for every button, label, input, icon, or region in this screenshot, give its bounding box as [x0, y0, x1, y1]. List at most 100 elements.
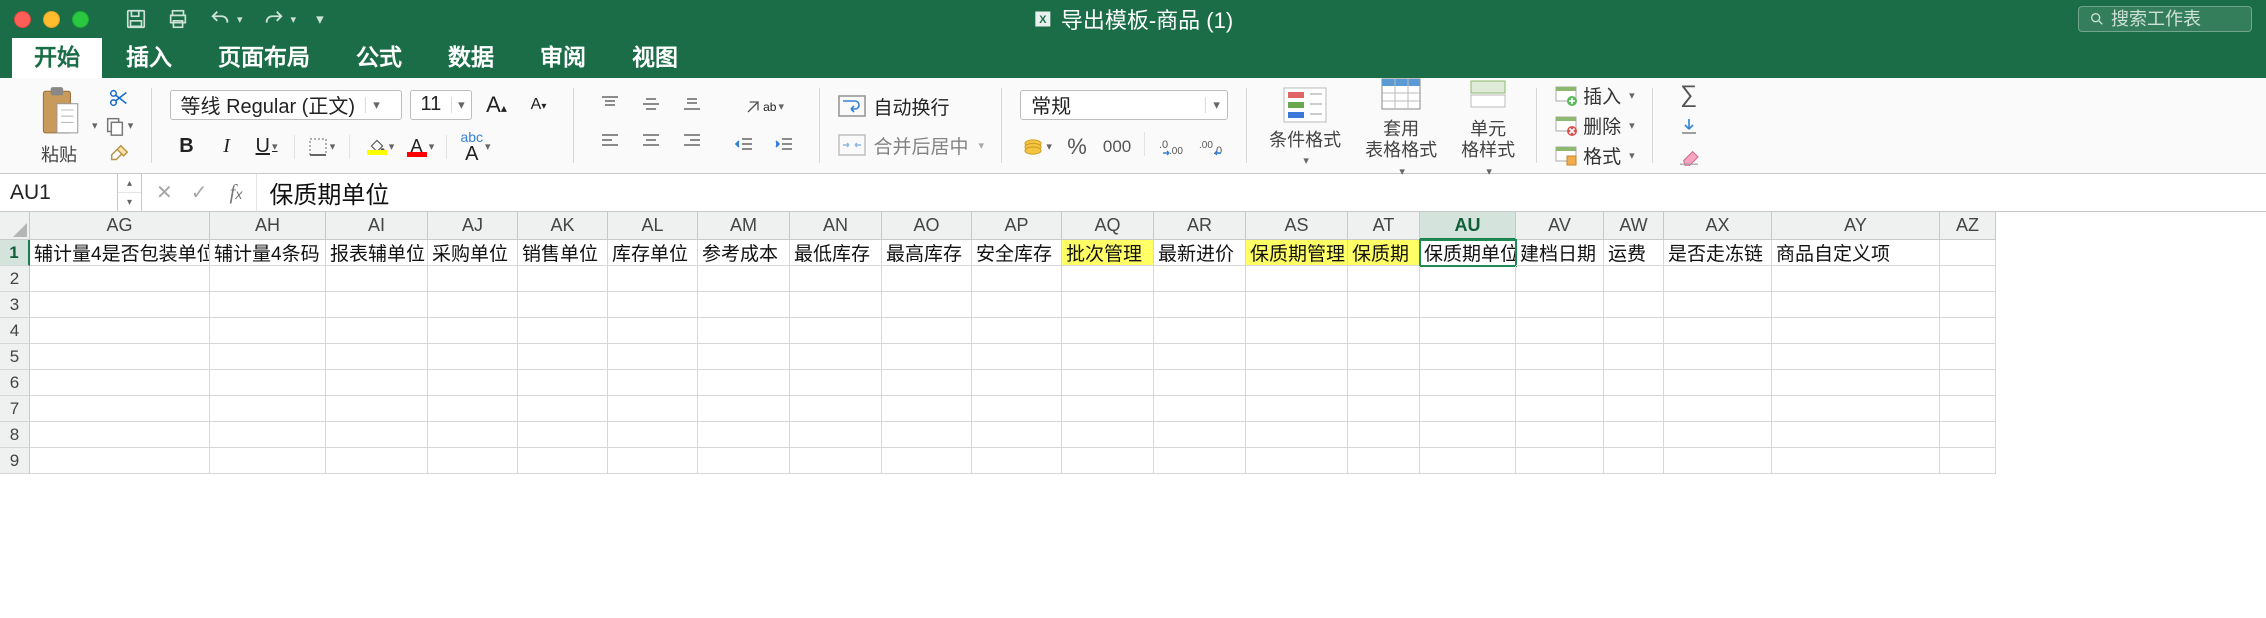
cell[interactable] — [1604, 292, 1664, 318]
tab-数据[interactable]: 数据 — [426, 32, 516, 78]
cell[interactable] — [698, 396, 790, 422]
save-icon[interactable] — [125, 8, 147, 30]
cell[interactable] — [1604, 318, 1664, 344]
column-header[interactable]: AI — [326, 212, 428, 240]
cell[interactable] — [1154, 266, 1246, 292]
cell[interactable] — [518, 370, 608, 396]
format-painter-button[interactable] — [104, 141, 134, 167]
print-icon[interactable] — [167, 8, 189, 30]
cell[interactable]: 保质期管理 — [1246, 240, 1348, 266]
minimize-window-button[interactable] — [43, 11, 60, 28]
decrease-indent-button[interactable] — [726, 131, 762, 159]
cell[interactable] — [326, 266, 428, 292]
cell[interactable] — [1246, 318, 1348, 344]
cell[interactable] — [1940, 240, 1996, 266]
font-color-button[interactable]: A ▾ — [400, 132, 434, 162]
cell[interactable]: 建档日期 — [1516, 240, 1604, 266]
cell[interactable] — [1940, 396, 1996, 422]
cell[interactable] — [790, 448, 882, 474]
cell[interactable]: 报表辅单位 — [326, 240, 428, 266]
name-box[interactable]: AU1 — [0, 174, 118, 211]
cell[interactable] — [1420, 422, 1516, 448]
cell[interactable] — [30, 396, 210, 422]
column-header[interactable]: AY — [1772, 212, 1940, 240]
cell[interactable] — [1664, 422, 1772, 448]
cell[interactable] — [1348, 396, 1420, 422]
cell[interactable] — [1940, 422, 1996, 448]
cell[interactable] — [1154, 396, 1246, 422]
cell[interactable]: 参考成本 — [698, 240, 790, 266]
cell[interactable] — [698, 344, 790, 370]
search-input[interactable] — [2111, 9, 2241, 30]
borders-button[interactable]: ▾ — [305, 132, 339, 162]
align-center-button[interactable] — [633, 127, 669, 155]
cell[interactable] — [1664, 448, 1772, 474]
column-header[interactable]: AL — [608, 212, 698, 240]
grow-font-button[interactable]: A▴ — [480, 90, 514, 120]
cell[interactable] — [1246, 292, 1348, 318]
cell[interactable] — [1246, 448, 1348, 474]
cell[interactable] — [1664, 370, 1772, 396]
cell[interactable] — [698, 292, 790, 318]
cell[interactable] — [1246, 422, 1348, 448]
cell[interactable] — [518, 266, 608, 292]
cell[interactable] — [1348, 266, 1420, 292]
cell[interactable] — [1664, 396, 1772, 422]
cell[interactable] — [1664, 318, 1772, 344]
column-header[interactable]: AG — [30, 212, 210, 240]
cell[interactable] — [608, 448, 698, 474]
zoom-window-button[interactable] — [72, 11, 89, 28]
cell[interactable] — [698, 318, 790, 344]
cell[interactable] — [608, 396, 698, 422]
cell[interactable] — [1604, 344, 1664, 370]
cell[interactable] — [790, 396, 882, 422]
cell[interactable] — [790, 370, 882, 396]
orientation-button[interactable]: ab▾ — [743, 93, 784, 121]
cell[interactable] — [1420, 448, 1516, 474]
cell[interactable] — [428, 448, 518, 474]
redo-button[interactable]: ▾ — [263, 8, 297, 30]
cell[interactable] — [30, 448, 210, 474]
cell[interactable] — [1062, 396, 1154, 422]
cell[interactable] — [790, 344, 882, 370]
cell[interactable] — [1348, 448, 1420, 474]
cell[interactable] — [1516, 344, 1604, 370]
tab-公式[interactable]: 公式 — [334, 32, 424, 78]
cell[interactable] — [1604, 266, 1664, 292]
spreadsheet-grid[interactable]: AGAHAIAJAKALAMANAOAPAQARASATAUAVAWAXAYAZ… — [0, 212, 2266, 474]
shrink-font-button[interactable]: A▾ — [522, 90, 556, 120]
cell[interactable]: 运费 — [1604, 240, 1664, 266]
cancel-formula-button[interactable]: ✕ — [156, 180, 173, 205]
bold-button[interactable]: B — [170, 132, 204, 162]
cell[interactable]: 保质期单位 — [1420, 240, 1516, 266]
cell[interactable] — [1420, 266, 1516, 292]
column-header[interactable]: AR — [1154, 212, 1246, 240]
cell[interactable] — [1772, 344, 1940, 370]
cell[interactable] — [30, 370, 210, 396]
cell[interactable] — [1348, 422, 1420, 448]
cell[interactable] — [1154, 370, 1246, 396]
cell[interactable] — [1246, 266, 1348, 292]
accounting-format-button[interactable]: ▾ — [1020, 132, 1054, 162]
cell[interactable] — [1516, 422, 1604, 448]
cell[interactable] — [1246, 370, 1348, 396]
decrease-decimal-button[interactable]: .00.0 — [1195, 132, 1229, 162]
cell[interactable] — [326, 370, 428, 396]
cell[interactable] — [1604, 448, 1664, 474]
cell[interactable]: 安全库存 — [972, 240, 1062, 266]
cell[interactable] — [1246, 396, 1348, 422]
cell[interactable] — [1062, 344, 1154, 370]
cell[interactable] — [1664, 292, 1772, 318]
column-header[interactable]: AN — [790, 212, 882, 240]
row-header[interactable]: 6 — [0, 370, 30, 396]
cell[interactable] — [1772, 266, 1940, 292]
close-window-button[interactable] — [14, 11, 31, 28]
cell[interactable] — [1772, 292, 1940, 318]
column-header[interactable]: AP — [972, 212, 1062, 240]
column-header[interactable]: AT — [1348, 212, 1420, 240]
cell-styles-button[interactable]: 单元 格样式 ▾ — [1457, 69, 1519, 181]
column-header[interactable]: AQ — [1062, 212, 1154, 240]
cell[interactable] — [1062, 318, 1154, 344]
cell[interactable] — [1940, 344, 1996, 370]
cell[interactable] — [1516, 396, 1604, 422]
